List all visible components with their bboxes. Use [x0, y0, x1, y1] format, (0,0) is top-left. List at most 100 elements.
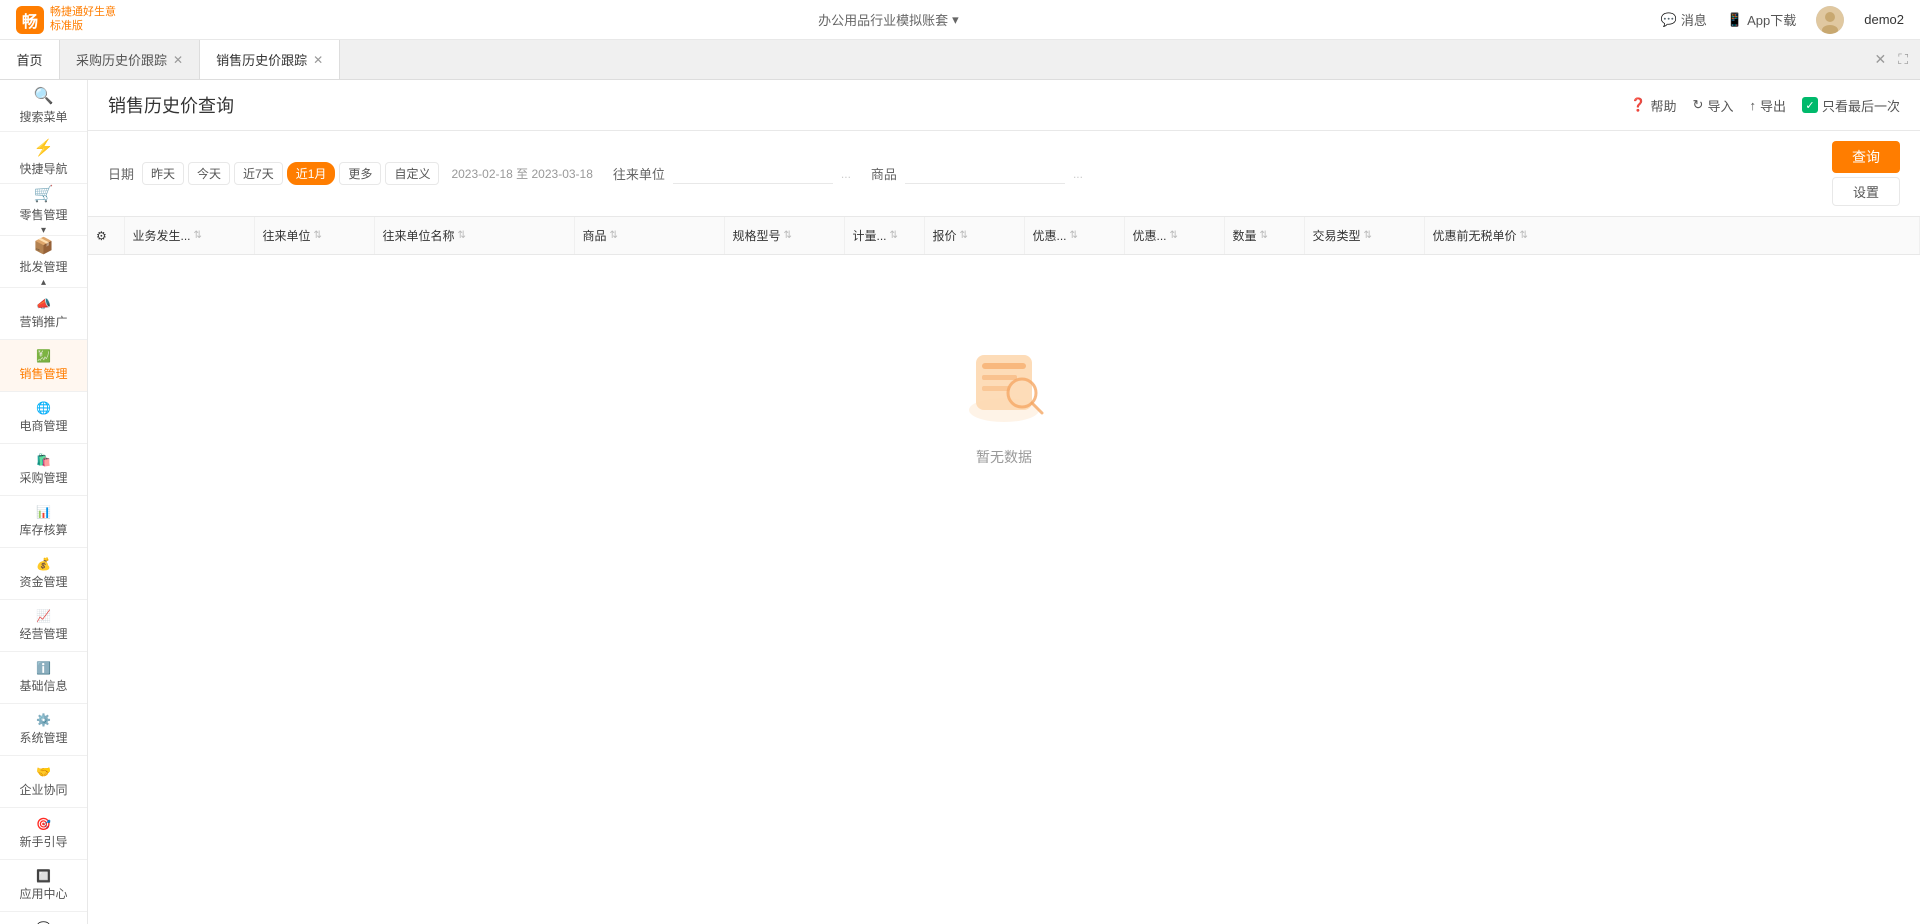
export-icon: ↑: [1749, 98, 1756, 113]
chevron-icon: ▴: [41, 277, 46, 288]
info-icon: ℹ️: [36, 661, 51, 675]
th-discount1[interactable]: 优惠... ⇅: [1024, 217, 1124, 255]
th-biz-date[interactable]: 业务发生... ⇅: [124, 217, 254, 255]
th-discount2[interactable]: 优惠... ⇅: [1124, 217, 1224, 255]
tab-purchase-history-close[interactable]: ✕: [173, 53, 183, 67]
sort-icon: ⇅: [458, 230, 466, 241]
workspace-selector[interactable]: 办公用品行业模拟账套 ▾: [818, 10, 959, 29]
chevron-icon: ▾: [41, 225, 46, 236]
topbar-right: 💬 消息 📱 App下载 demo2: [1661, 6, 1904, 34]
page-title-row: 销售历史价查询 ❓ 帮助 ↻ 导入 ↑ 导出: [108, 92, 1900, 118]
sidebar-item-wholesale-mgmt[interactable]: 📦 批发管理 ▴: [0, 236, 87, 288]
empty-icon: [954, 335, 1054, 435]
th-pre-tax-price[interactable]: 优惠前无税单价 ⇅: [1424, 217, 1920, 255]
date-filter-group: 日期 昨天 今天 近7天 近1月 更多 自定义 2023-02-18 至 202…: [108, 162, 593, 185]
sidebar-item-system-mgmt[interactable]: ⚙️ 系统管理: [0, 704, 87, 756]
sidebar-item-finance-mgmt[interactable]: 💰 资金管理: [0, 548, 87, 600]
table-settings-icon[interactable]: ⚙: [96, 229, 107, 243]
app-download-action[interactable]: 📱 App下载: [1727, 10, 1796, 29]
box-icon: 📦: [34, 236, 54, 256]
data-table: ⚙ 业务发生... ⇅ 往来单位 ⇅: [88, 217, 1920, 255]
th-unit[interactable]: 计量... ⇅: [844, 217, 924, 255]
sort-icon: ⇅: [314, 230, 322, 241]
avatar[interactable]: [1816, 6, 1844, 34]
sidebar-item-quick-nav[interactable]: ⚡ 快捷导航: [0, 132, 87, 184]
import-button[interactable]: ↻ 导入: [1693, 96, 1734, 115]
th-counterpart-name[interactable]: 往来单位名称 ⇅: [374, 217, 574, 255]
th-trade-type[interactable]: 交易类型 ⇅: [1304, 217, 1424, 255]
filter-bar: 日期 昨天 今天 近7天 近1月 更多 自定义 2023-02-18 至 202…: [88, 131, 1920, 217]
sidebar-item-operations-mgmt[interactable]: 📈 经营管理: [0, 600, 87, 652]
date-btn-yesterday[interactable]: 昨天: [142, 162, 184, 185]
username[interactable]: demo2: [1864, 12, 1904, 27]
logo-icon: 畅: [16, 6, 44, 34]
maximize-icon[interactable]: ⛶: [1898, 51, 1908, 68]
th-gear[interactable]: ⚙: [88, 217, 124, 255]
product-input[interactable]: [905, 164, 1065, 184]
tab-home[interactable]: 首页: [0, 40, 60, 79]
sidebar-item-enterprise-collab[interactable]: 🤝 企业协同: [0, 756, 87, 808]
date-btn-today[interactable]: 今天: [188, 162, 230, 185]
help-button[interactable]: ❓ 帮助: [1630, 96, 1676, 115]
sidebar-item-purchase-mgmt[interactable]: 🛍️ 采购管理: [0, 444, 87, 496]
sidebar-item-inventory[interactable]: 📊 库存核算: [0, 496, 87, 548]
chevron-down-icon: ▾: [952, 12, 959, 28]
table-header: ⚙ 业务发生... ⇅ 往来单位 ⇅: [88, 217, 1920, 255]
page-header: 销售历史价查询 ❓ 帮助 ↻ 导入 ↑ 导出: [88, 80, 1920, 131]
sidebar-item-search-menu[interactable]: 🔍 搜索菜单: [0, 80, 87, 132]
sidebar-item-basic-info[interactable]: ℹ️ 基础信息: [0, 652, 87, 704]
message-action[interactable]: 💬 消息: [1661, 10, 1707, 29]
product-label: 商品: [871, 164, 897, 183]
sort-icon: ⇅: [1520, 230, 1528, 241]
sidebar-item-new-guide[interactable]: 🎯 新手引导: [0, 808, 87, 860]
sort-icon: ⇅: [1364, 230, 1372, 241]
logo-area: 畅 畅捷通好生意 标准版: [16, 6, 116, 34]
date-btn-custom[interactable]: 自定义: [385, 162, 439, 185]
date-btn-last7days[interactable]: 近7天: [234, 162, 283, 185]
sort-icon: ⇅: [194, 230, 202, 241]
sidebar-item-retail-mgmt[interactable]: 🛒 零售管理 ▾: [0, 184, 87, 236]
tab-purchase-history[interactable]: 采购历史价跟踪 ✕: [60, 40, 200, 79]
apps-icon: 🔲: [36, 869, 51, 883]
sidebar-item-marketing[interactable]: 📣 营销推广: [0, 288, 87, 340]
date-btn-more[interactable]: 更多: [339, 162, 381, 185]
sidebar: 🔍 搜索菜单 ⚡ 快捷导航 🛒 零售管理 ▾ 📦 批发管理 ▴ 📣 营销推广 💹…: [0, 80, 88, 924]
import-icon: ↻: [1693, 97, 1704, 113]
checkbox-only-last[interactable]: [1802, 97, 1818, 113]
lightning-icon: ⚡: [34, 138, 54, 158]
tab-sales-history-close[interactable]: ✕: [313, 53, 323, 67]
sidebar-item-ecommerce-mgmt[interactable]: 🌐 电商管理: [0, 392, 87, 444]
th-product[interactable]: 商品 ⇅: [574, 217, 724, 255]
search-icon: 🔍: [34, 86, 54, 106]
page-title: 销售历史价查询: [108, 92, 234, 118]
topbar-center[interactable]: 办公用品行业模拟账套 ▾: [818, 10, 959, 29]
gear-icon: ⚙️: [36, 713, 51, 727]
date-btn-last1month[interactable]: 近1月: [287, 162, 336, 185]
only-last-button[interactable]: 只看最后一次: [1802, 96, 1900, 115]
empty-state: 暂无数据: [88, 255, 1920, 547]
th-spec[interactable]: 规格型号 ⇅: [724, 217, 844, 255]
th-quantity[interactable]: 数量 ⇅: [1224, 217, 1304, 255]
tab-sales-history[interactable]: 销售历史价跟踪 ✕: [200, 40, 340, 79]
sidebar-item-enterprise-wechat[interactable]: 💬 企业微信: [0, 912, 87, 924]
th-counterpart-code[interactable]: 往来单位 ⇅: [254, 217, 374, 255]
sort-icon: ⇅: [784, 230, 792, 241]
shopping-icon: 🛍️: [36, 453, 51, 467]
th-price[interactable]: 报价 ⇅: [924, 217, 1024, 255]
export-button[interactable]: ↑ 导出: [1749, 96, 1786, 115]
topbar: 畅 畅捷通好生意 标准版 办公用品行业模拟账套 ▾ 💬 消息 📱 App下载: [0, 0, 1920, 40]
tabbar-actions: ✕ ⛶: [1862, 40, 1920, 79]
sidebar-item-app-center[interactable]: 🔲 应用中心: [0, 860, 87, 912]
date-label: 日期: [108, 164, 134, 183]
product-dots-icon[interactable]: ...: [1073, 167, 1083, 181]
search-button[interactable]: 查询: [1832, 141, 1900, 173]
counterpart-dots-icon[interactable]: ...: [841, 167, 851, 181]
close-all-icon[interactable]: ✕: [1874, 51, 1886, 68]
counterpart-input[interactable]: [673, 164, 833, 184]
sidebar-item-sales-mgmt[interactable]: 💹 销售管理: [0, 340, 87, 392]
inventory-icon: 📊: [36, 505, 51, 519]
product-filter-group: 商品 ...: [871, 164, 1083, 184]
counterpart-filter-group: 往来单位 ...: [613, 164, 851, 184]
settings-button[interactable]: 设置: [1832, 177, 1900, 206]
handshake-icon: 🤝: [36, 765, 51, 779]
